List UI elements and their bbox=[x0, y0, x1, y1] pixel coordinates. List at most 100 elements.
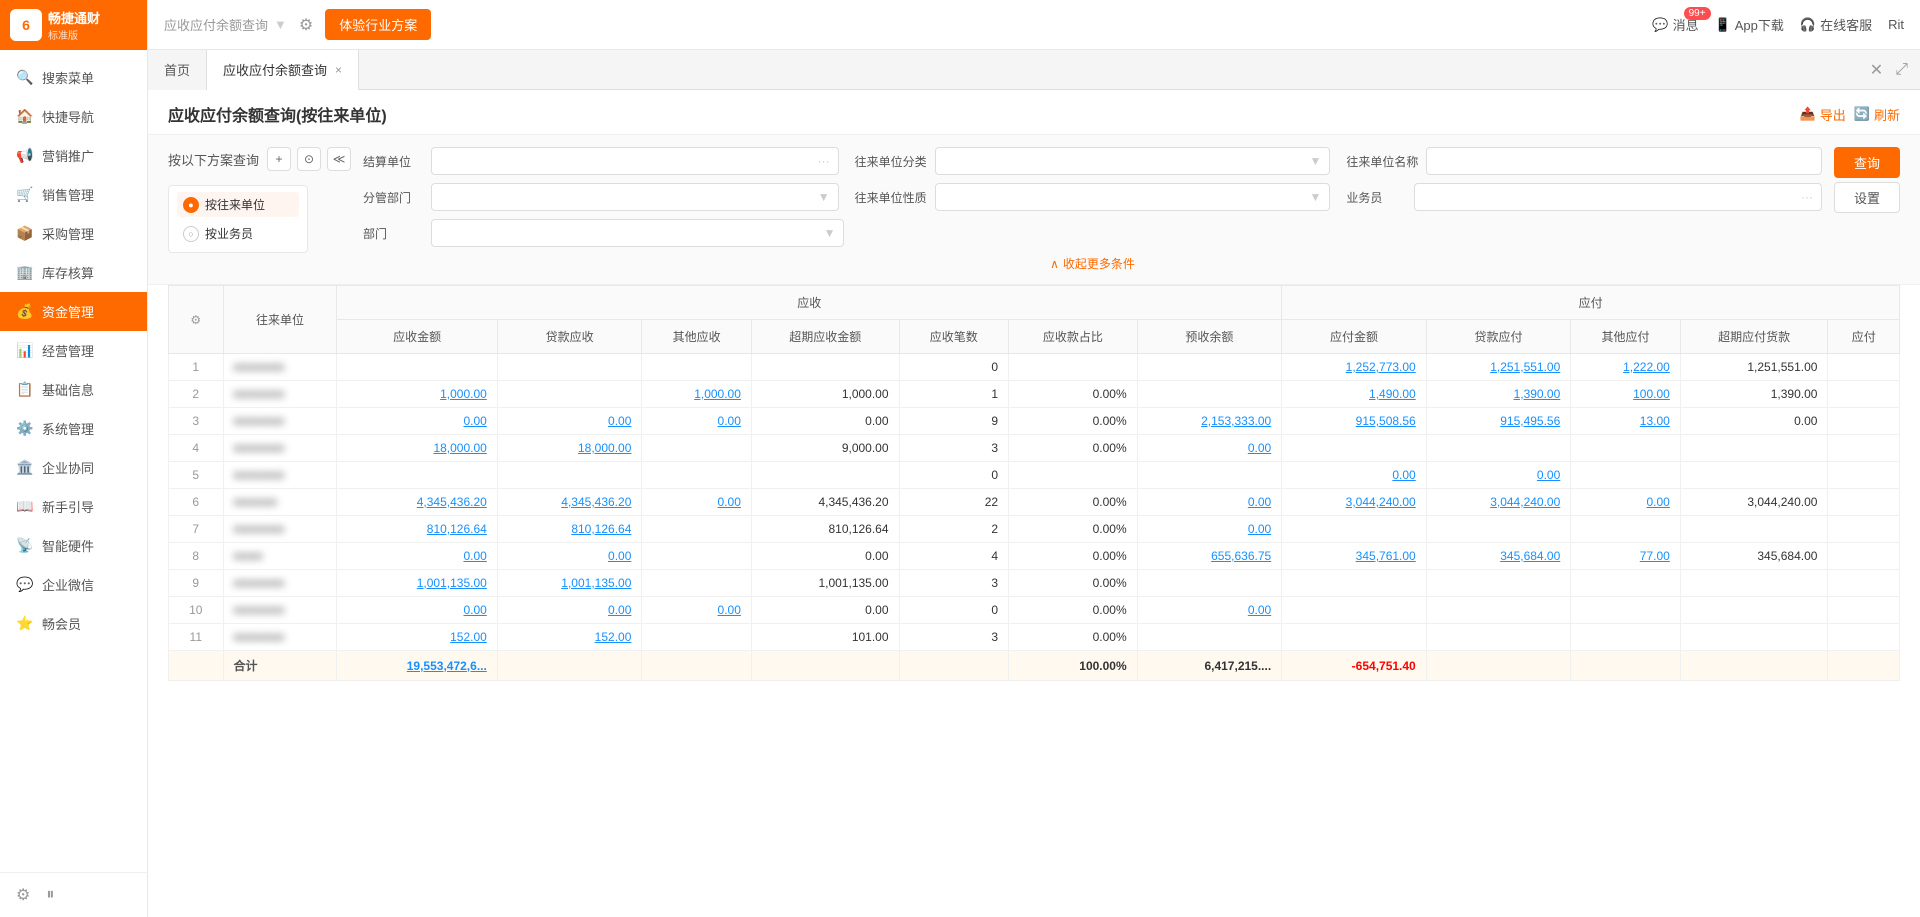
cell-link[interactable]: 1,252,773.00 bbox=[1282, 354, 1427, 381]
sidebar-item-enterprise[interactable]: 🏛️企业协同 bbox=[0, 448, 147, 487]
topbar-gear-icon[interactable]: ⚙ bbox=[299, 15, 313, 35]
dept-input[interactable]: ▼ bbox=[431, 183, 839, 211]
sidebar-item-purchase[interactable]: 📦采购管理 bbox=[0, 214, 147, 253]
sidebar-item-inventory[interactable]: 🏢库存核算 bbox=[0, 253, 147, 292]
th-settings[interactable]: ⚙ bbox=[169, 286, 224, 354]
wechat-icon: 💬 bbox=[16, 576, 34, 594]
query-button[interactable]: 查询 bbox=[1834, 147, 1900, 178]
cell-link[interactable]: 0.00 bbox=[497, 543, 642, 570]
sidebar-item-member[interactable]: ⭐畅会员 bbox=[0, 604, 147, 643]
filter-item-dept: 分管部门 ▼ bbox=[363, 183, 839, 211]
export-button[interactable]: 📤 导出 bbox=[1800, 105, 1846, 124]
cell-link[interactable]: 0.00 bbox=[642, 597, 752, 624]
cell-link[interactable]: 0.00 bbox=[337, 597, 497, 624]
cell-link[interactable]: 345,684.00 bbox=[1426, 543, 1571, 570]
service-icon: 🎧 bbox=[1800, 17, 1816, 33]
unit-name-input[interactable] bbox=[1426, 147, 1822, 175]
tab-close-icon[interactable]: × bbox=[335, 63, 342, 77]
cell-link[interactable]: 77.00 bbox=[1571, 543, 1681, 570]
cell-link[interactable]: 0.00 bbox=[497, 408, 642, 435]
cell-link[interactable]: 13.00 bbox=[1571, 408, 1681, 435]
scheme-item-salesman[interactable]: ○ 按业务员 bbox=[177, 221, 299, 246]
cell-link[interactable]: 915,495.56 bbox=[1426, 408, 1571, 435]
cell-link[interactable]: 1,001,135.00 bbox=[497, 570, 642, 597]
sidebar-item-smart[interactable]: 📡智能硬件 bbox=[0, 526, 147, 565]
settings-bottom-icon[interactable]: ⚙ bbox=[16, 885, 30, 905]
row-unit: ■■■■■■■ bbox=[223, 624, 337, 651]
cell-link[interactable]: 18,000.00 bbox=[337, 435, 497, 462]
cell-link[interactable]: 1,000.00 bbox=[337, 381, 497, 408]
unit-nature-input[interactable]: ▼ bbox=[935, 183, 1331, 211]
cell-link[interactable]: 1,490.00 bbox=[1282, 381, 1427, 408]
cell-link[interactable]: 0.00 bbox=[1571, 489, 1681, 516]
cell-link[interactable]: 4,345,436.20 bbox=[497, 489, 642, 516]
cell-link[interactable]: 0.00 bbox=[642, 408, 752, 435]
table-settings-icon[interactable]: ⚙ bbox=[190, 313, 201, 327]
settings-button[interactable]: 设置 bbox=[1834, 182, 1900, 213]
refresh-button[interactable]: 🔄 刷新 bbox=[1854, 105, 1900, 124]
collapse-button[interactable]: ∧ 收起更多条件 bbox=[1050, 255, 1135, 272]
collapse-icon[interactable]: ⏸ bbox=[46, 886, 54, 904]
cell-link[interactable]: 810,126.64 bbox=[337, 516, 497, 543]
back-filter-icon[interactable]: ≪ bbox=[327, 147, 351, 171]
sidebar-item-operation[interactable]: 📊经营管理 bbox=[0, 331, 147, 370]
cell-link[interactable]: 1,222.00 bbox=[1571, 354, 1681, 381]
topbar-download[interactable]: 📱 App下载 bbox=[1715, 15, 1784, 34]
cell-link[interactable]: 1,000.00 bbox=[642, 381, 752, 408]
cell-link[interactable]: 1,390.00 bbox=[1426, 381, 1571, 408]
cell-link[interactable]: 1,251,551.00 bbox=[1426, 354, 1571, 381]
tab-close-window-icon[interactable]: ✕ bbox=[1870, 60, 1895, 80]
cell-link[interactable]: 655,636.75 bbox=[1137, 543, 1282, 570]
cell-link[interactable]: 0.00 bbox=[1282, 462, 1427, 489]
unit-type-input[interactable]: ▼ bbox=[935, 147, 1331, 175]
sidebar-item-guide[interactable]: 📖新手引导 bbox=[0, 487, 147, 526]
settings-filter-icon[interactable]: ⊙ bbox=[297, 147, 321, 171]
salesman-input[interactable]: ··· bbox=[1414, 183, 1822, 211]
cell-link[interactable]: 345,761.00 bbox=[1282, 543, 1427, 570]
cell-link[interactable]: 1,001,135.00 bbox=[337, 570, 497, 597]
cell-link[interactable]: 0.00 bbox=[1137, 516, 1282, 543]
sidebar-item-wechat[interactable]: 💬企业微信 bbox=[0, 565, 147, 604]
tab-ar-query[interactable]: 应收应付余额查询 × bbox=[207, 50, 359, 90]
sidebar-item-finance[interactable]: 💰资金管理 bbox=[0, 292, 147, 331]
cell-link[interactable]: 810,126.64 bbox=[497, 516, 642, 543]
settlement-input[interactable]: ··· bbox=[431, 147, 839, 175]
sidebar-item-quick-nav[interactable]: 🏠快捷导航 bbox=[0, 97, 147, 136]
cell-link[interactable]: 0.00 bbox=[1137, 597, 1282, 624]
solution-button[interactable]: 体验行业方案 bbox=[325, 9, 431, 40]
topbar-message[interactable]: 💬 消息 99+ bbox=[1652, 15, 1698, 34]
sidebar-item-basic[interactable]: 📋基础信息 bbox=[0, 370, 147, 409]
cell-link[interactable]: 2,153,333.00 bbox=[1137, 408, 1282, 435]
cell-link[interactable]: 0.00 bbox=[1137, 435, 1282, 462]
cell-link[interactable]: 0.00 bbox=[497, 597, 642, 624]
cell-link[interactable]: 152.00 bbox=[337, 624, 497, 651]
cell-link[interactable]: 3,044,240.00 bbox=[1282, 489, 1427, 516]
scheme-item-unit[interactable]: ● 按往来单位 bbox=[177, 192, 299, 217]
footer-ar-amount[interactable]: 19,553,472,6... bbox=[337, 651, 497, 681]
cell-link[interactable]: 915,508.56 bbox=[1282, 408, 1427, 435]
cell-link[interactable]: 0.00 bbox=[1426, 462, 1571, 489]
sidebar-item-search-menu[interactable]: 🔍搜索菜单 bbox=[0, 58, 147, 97]
cell-link[interactable]: 0.00 bbox=[337, 543, 497, 570]
cell-link[interactable]: 100.00 bbox=[1571, 381, 1681, 408]
dept2-input[interactable]: ▼ bbox=[431, 219, 844, 247]
cell-link[interactable]: 4,345,436.20 bbox=[337, 489, 497, 516]
sidebar-item-marketing[interactable]: 📢营销推广 bbox=[0, 136, 147, 175]
sidebar-item-sales[interactable]: 🛒销售管理 bbox=[0, 175, 147, 214]
cell-link[interactable]: 3,044,240.00 bbox=[1426, 489, 1571, 516]
tab-maximize-icon[interactable]: ⤢ bbox=[1895, 61, 1920, 79]
filter-scheme-box: ● 按往来单位 ○ 按业务员 bbox=[168, 185, 308, 253]
tab-home[interactable]: 首页 bbox=[148, 50, 207, 90]
sidebar-label-marketing: 营销推广 bbox=[42, 146, 94, 165]
cell-link[interactable]: 0.00 bbox=[337, 408, 497, 435]
cell-link[interactable]: 0.00 bbox=[1137, 489, 1282, 516]
topbar-user[interactable]: Rit bbox=[1888, 17, 1904, 32]
topbar-service[interactable]: 🎧 在线客服 bbox=[1800, 15, 1872, 34]
cell-link[interactable]: 18,000.00 bbox=[497, 435, 642, 462]
sidebar-item-system[interactable]: ⚙️系统管理 bbox=[0, 409, 147, 448]
table-row: 3 ■■■■■■■ 0.00 0.00 0.00 0.00 9 0.00% 2,… bbox=[169, 408, 1900, 435]
cell-link[interactable]: 0.00 bbox=[642, 489, 752, 516]
sidebar: 6 畅捷通财 标准版 🔍搜索菜单🏠快捷导航📢营销推广🛒销售管理📦采购管理🏢库存核… bbox=[0, 0, 148, 917]
add-filter-icon[interactable]: + bbox=[267, 147, 291, 171]
cell-link[interactable]: 152.00 bbox=[497, 624, 642, 651]
